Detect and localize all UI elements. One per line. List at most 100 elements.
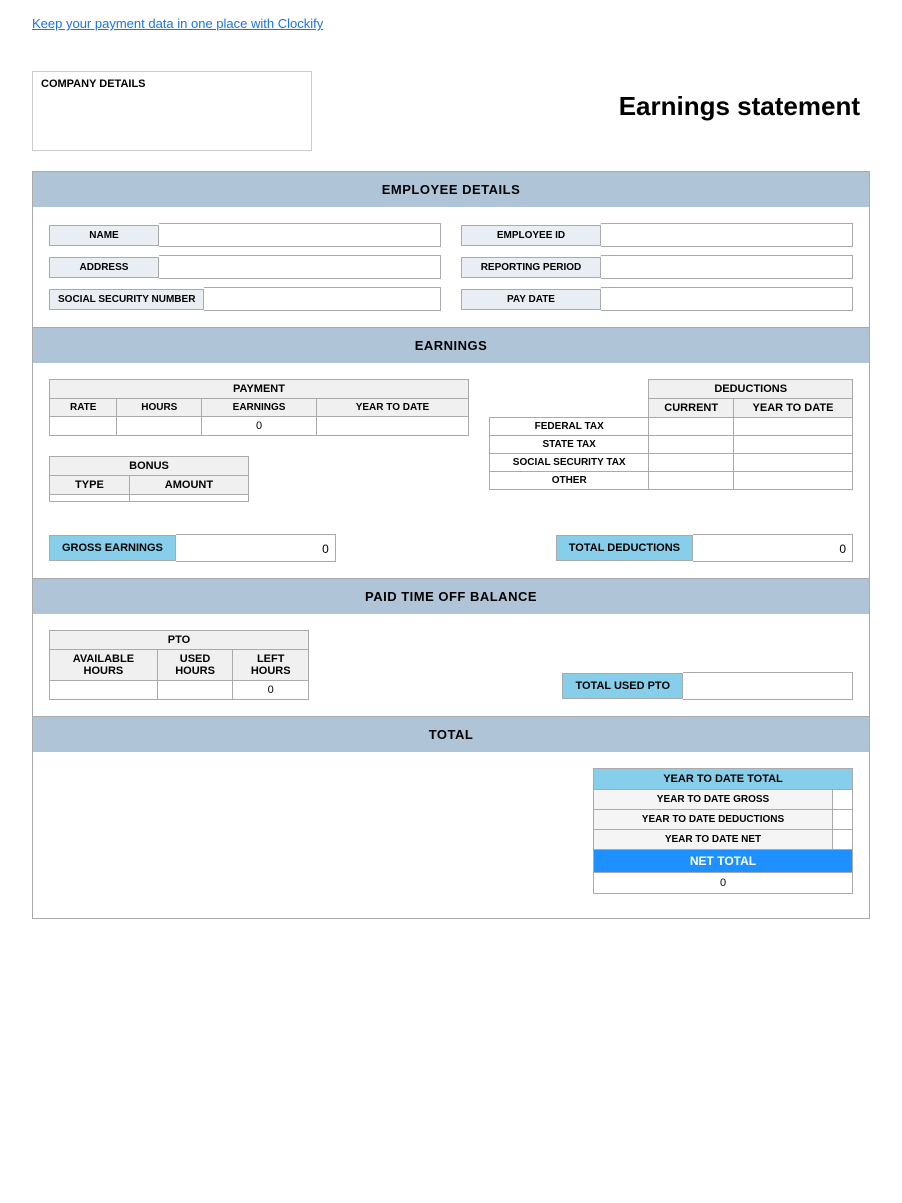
employee-id-input[interactable] xyxy=(601,223,853,247)
ssn-row: SOCIAL SECURITY NUMBER xyxy=(49,287,441,311)
earnings-totals: GROSS EARNINGS 0 TOTAL DEDUCTIONS 0 xyxy=(33,534,869,578)
net-total-value-row: 0 xyxy=(594,873,853,894)
ytd-deductions-value xyxy=(833,810,853,830)
deductions-header: DEDUCTIONS xyxy=(649,380,853,399)
federal-tax-current xyxy=(649,418,734,436)
federal-tax-ytd xyxy=(734,418,853,436)
bonus-header: BONUS xyxy=(50,457,249,476)
net-total-header: NET TOTAL xyxy=(594,850,853,873)
ytd-table: YEAR TO DATE TOTAL YEAR TO DATE GROSS YE… xyxy=(593,768,853,894)
employee-id-label: EMPLOYEE ID xyxy=(461,225,601,246)
pay-date-row: PAY DATE xyxy=(461,287,853,311)
other-current xyxy=(649,472,734,490)
bonus-row xyxy=(50,495,249,502)
earnings-left: PAYMENT RATE HOURS EARNINGS YEAR TO DATE… xyxy=(49,379,469,502)
state-tax-ytd xyxy=(734,436,853,454)
reporting-period-label: REPORTING PERIOD xyxy=(461,257,601,278)
ytd-gross-row: YEAR TO DATE GROSS xyxy=(594,790,853,810)
earnings-right: DEDUCTIONS CURRENT YEAR TO DATE FEDERAL … xyxy=(489,379,853,502)
payment-earnings: 0 xyxy=(202,417,317,436)
state-tax-current xyxy=(649,436,734,454)
pto-col-used: USEDHOURS xyxy=(157,650,233,681)
payment-rate xyxy=(50,417,117,436)
name-row: NAME xyxy=(49,223,441,247)
payment-header: PAYMENT xyxy=(50,380,469,399)
bonus-type xyxy=(50,495,130,502)
payment-col-rate: RATE xyxy=(50,399,117,417)
ytd-net-label: YEAR TO DATE NET xyxy=(594,830,833,850)
total-section-header: TOTAL xyxy=(33,717,869,752)
ytd-container: YEAR TO DATE TOTAL YEAR TO DATE GROSS YE… xyxy=(593,768,853,894)
ssn-input[interactable] xyxy=(204,287,441,311)
address-label: ADDRESS xyxy=(49,257,159,278)
page-header: COMPANY DETAILS Earnings statement xyxy=(32,71,870,151)
bonus-table: BONUS TYPE AMOUNT xyxy=(49,456,249,502)
bonus-col-amount: AMOUNT xyxy=(129,476,248,495)
ss-tax-current xyxy=(649,454,734,472)
clockify-link[interactable]: Keep your payment data in one place with… xyxy=(32,16,870,31)
total-used-pto-value xyxy=(683,672,853,700)
employee-col-left: NAME ADDRESS SOCIAL SECURITY NUMBER xyxy=(49,223,441,311)
deductions-state: STATE TAX xyxy=(490,436,853,454)
payment-col-earnings: EARNINGS xyxy=(202,399,317,417)
payment-hours xyxy=(117,417,202,436)
ytd-gross-value xyxy=(833,790,853,810)
total-deductions-box: TOTAL DEDUCTIONS 0 xyxy=(556,534,853,562)
payment-col-ytd: YEAR TO DATE xyxy=(316,399,468,417)
reporting-period-row: REPORTING PERIOD xyxy=(461,255,853,279)
earnings-header: EARNINGS xyxy=(33,328,869,363)
payment-table: PAYMENT RATE HOURS EARNINGS YEAR TO DATE… xyxy=(49,379,469,436)
deductions-federal: FEDERAL TAX xyxy=(490,418,853,436)
deductions-other: OTHER xyxy=(490,472,853,490)
pto-available xyxy=(50,681,158,700)
pto-body: PTO AVAILABLEHOURS USEDHOURS LEFTHOURS 0… xyxy=(33,614,869,716)
pto-table: PTO AVAILABLEHOURS USEDHOURS LEFTHOURS 0 xyxy=(49,630,309,700)
pto-left: 0 xyxy=(233,681,309,700)
total-deductions-value: 0 xyxy=(693,534,853,562)
ss-tax-ytd xyxy=(734,454,853,472)
pay-date-input[interactable] xyxy=(601,287,853,311)
total-used-pto-label: TOTAL USED PTO xyxy=(562,673,683,699)
federal-tax-label: FEDERAL TAX xyxy=(490,418,649,436)
pto-table-header: PTO xyxy=(50,631,309,650)
pto-header: PAID TIME OFF BALANCE xyxy=(33,579,869,614)
pto-col-available: AVAILABLEHOURS xyxy=(50,650,158,681)
gross-earnings-label: GROSS EARNINGS xyxy=(49,535,176,561)
ssn-label: SOCIAL SECURITY NUMBER xyxy=(49,289,204,310)
total-section: TOTAL YEAR TO DATE TOTAL YEAR TO DATE GR… xyxy=(32,717,870,919)
reporting-period-input[interactable] xyxy=(601,255,853,279)
gross-earnings-box: GROSS EARNINGS 0 xyxy=(49,534,336,562)
other-ytd xyxy=(734,472,853,490)
pto-row: 0 xyxy=(50,681,309,700)
net-total-row: NET TOTAL xyxy=(594,850,853,873)
payment-row: 0 xyxy=(50,417,469,436)
page-title: Earnings statement xyxy=(619,71,870,122)
company-details-label: COMPANY DETAILS xyxy=(41,78,146,90)
employee-details-body: NAME ADDRESS SOCIAL SECURITY NUMBER EMPL… xyxy=(33,207,869,327)
name-input[interactable] xyxy=(159,223,441,247)
pto-section: PAID TIME OFF BALANCE PTO AVAILABLEHOURS… xyxy=(32,579,870,717)
employee-grid: NAME ADDRESS SOCIAL SECURITY NUMBER EMPL… xyxy=(49,223,853,311)
ytd-gross-label: YEAR TO DATE GROSS xyxy=(594,790,833,810)
state-tax-label: STATE TAX xyxy=(490,436,649,454)
address-input[interactable] xyxy=(159,255,441,279)
employee-details-section: EMPLOYEE DETAILS NAME ADDRESS SOCIAL SEC… xyxy=(32,171,870,328)
payment-ytd xyxy=(316,417,468,436)
ytd-deductions-label: YEAR TO DATE DEDUCTIONS xyxy=(594,810,833,830)
ytd-deductions-row: YEAR TO DATE DEDUCTIONS xyxy=(594,810,853,830)
payment-col-hours: HOURS xyxy=(117,399,202,417)
employee-details-header: EMPLOYEE DETAILS xyxy=(33,172,869,207)
ytd-header: YEAR TO DATE TOTAL xyxy=(594,769,853,790)
earnings-section: EARNINGS PAYMENT RATE HOURS EARNINGS YEA… xyxy=(32,328,870,579)
deductions-ss: SOCIAL SECURITY TAX xyxy=(490,454,853,472)
deductions-col-ytd: YEAR TO DATE xyxy=(734,399,853,418)
bonus-col-type: TYPE xyxy=(50,476,130,495)
pto-used xyxy=(157,681,233,700)
total-deductions-label: TOTAL DEDUCTIONS xyxy=(556,535,693,561)
employee-col-right: EMPLOYEE ID REPORTING PERIOD PAY DATE xyxy=(461,223,853,311)
net-total-value: 0 xyxy=(594,873,853,894)
name-label: NAME xyxy=(49,225,159,246)
gross-earnings-value: 0 xyxy=(176,534,336,562)
total-section-body: YEAR TO DATE TOTAL YEAR TO DATE GROSS YE… xyxy=(33,752,869,918)
pto-col-left: LEFTHOURS xyxy=(233,650,309,681)
